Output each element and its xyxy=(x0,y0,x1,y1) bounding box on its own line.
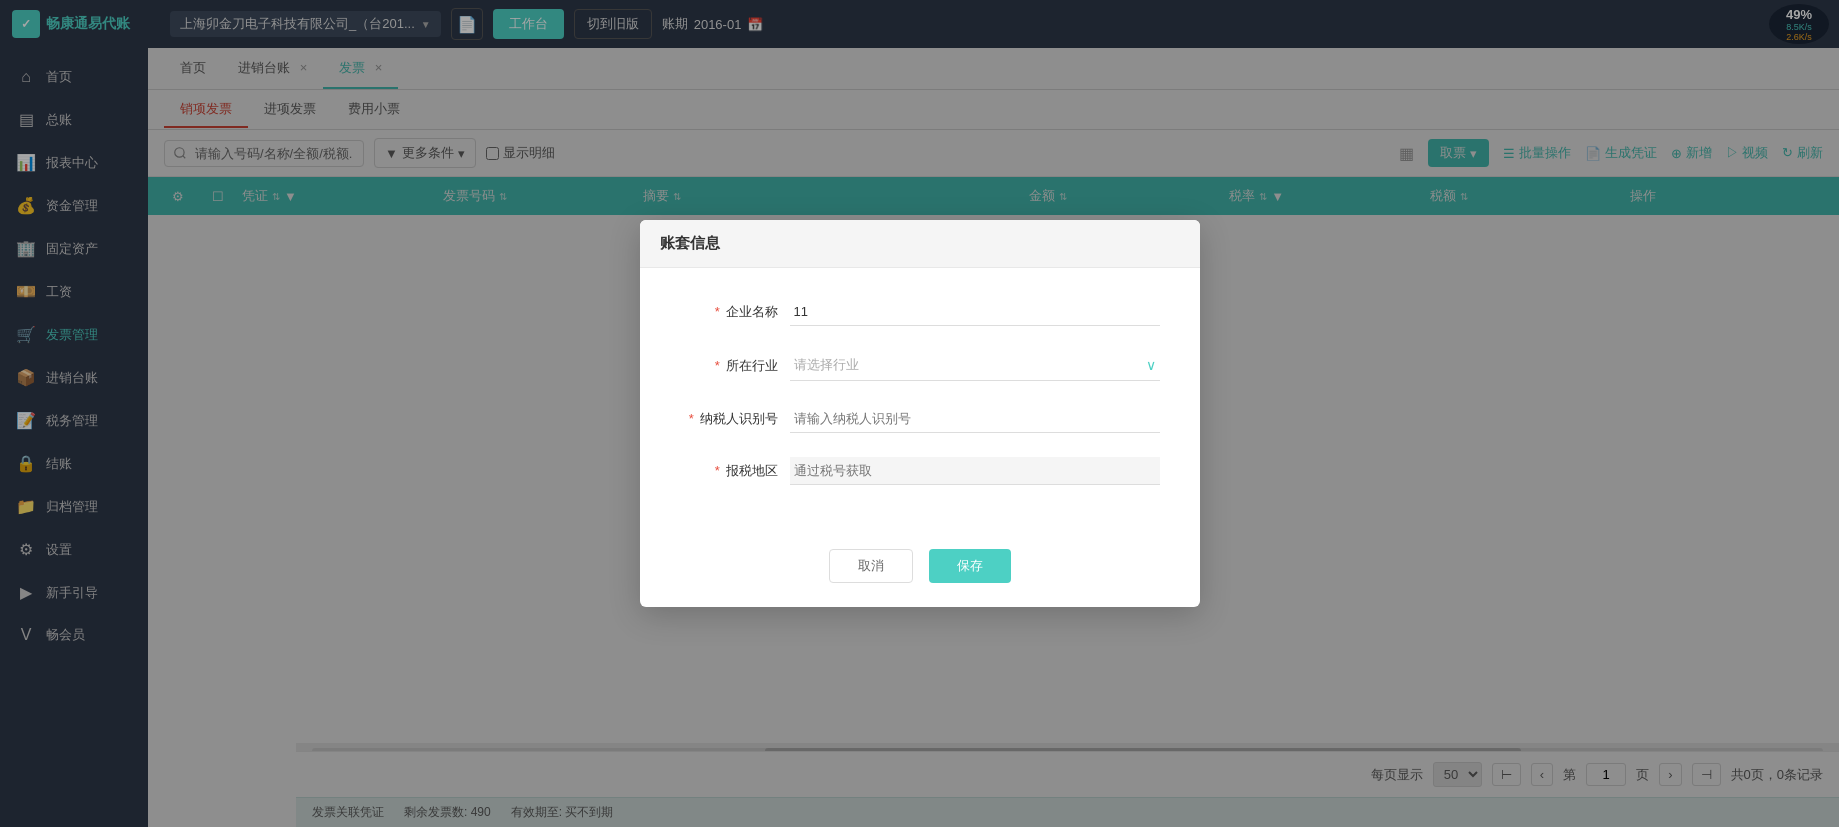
company-name-input[interactable] xyxy=(790,298,1160,326)
modal-header: 账套信息 xyxy=(640,220,1200,268)
form-row-tax-id: * 纳税人识别号 xyxy=(680,405,1160,433)
modal-body: * 企业名称 * 所在行业 请选择行业 ∨ * xyxy=(640,268,1200,539)
modal-overlay: 账套信息 * 企业名称 * 所在行业 请选择行业 ∨ xyxy=(0,0,1839,827)
industry-label: * 所在行业 xyxy=(680,357,790,375)
modal-title: 账套信息 xyxy=(660,234,720,251)
tax-id-label: * 纳税人识别号 xyxy=(680,410,790,428)
required-mark-company: * xyxy=(715,304,720,319)
tax-region-input xyxy=(790,457,1160,485)
form-row-tax-region: * 报税地区 xyxy=(680,457,1160,485)
required-mark-tax: * xyxy=(689,411,694,426)
industry-dropdown-icon: ∨ xyxy=(1146,357,1156,373)
tax-id-input[interactable] xyxy=(790,405,1160,433)
required-mark-region: * xyxy=(715,463,720,478)
form-row-company-name: * 企业名称 xyxy=(680,298,1160,326)
form-row-industry: * 所在行业 请选择行业 ∨ xyxy=(680,350,1160,381)
required-mark-industry: * xyxy=(715,358,720,373)
modal-footer: 取消 保存 xyxy=(640,539,1200,607)
modal-dialog: 账套信息 * 企业名称 * 所在行业 请选择行业 ∨ xyxy=(640,220,1200,607)
industry-placeholder: 请选择行业 xyxy=(794,356,1146,374)
company-name-label: * 企业名称 xyxy=(680,303,790,321)
save-button[interactable]: 保存 xyxy=(929,549,1011,583)
cancel-button[interactable]: 取消 xyxy=(829,549,913,583)
industry-select[interactable]: 请选择行业 ∨ xyxy=(790,350,1160,381)
tax-region-label: * 报税地区 xyxy=(680,462,790,480)
